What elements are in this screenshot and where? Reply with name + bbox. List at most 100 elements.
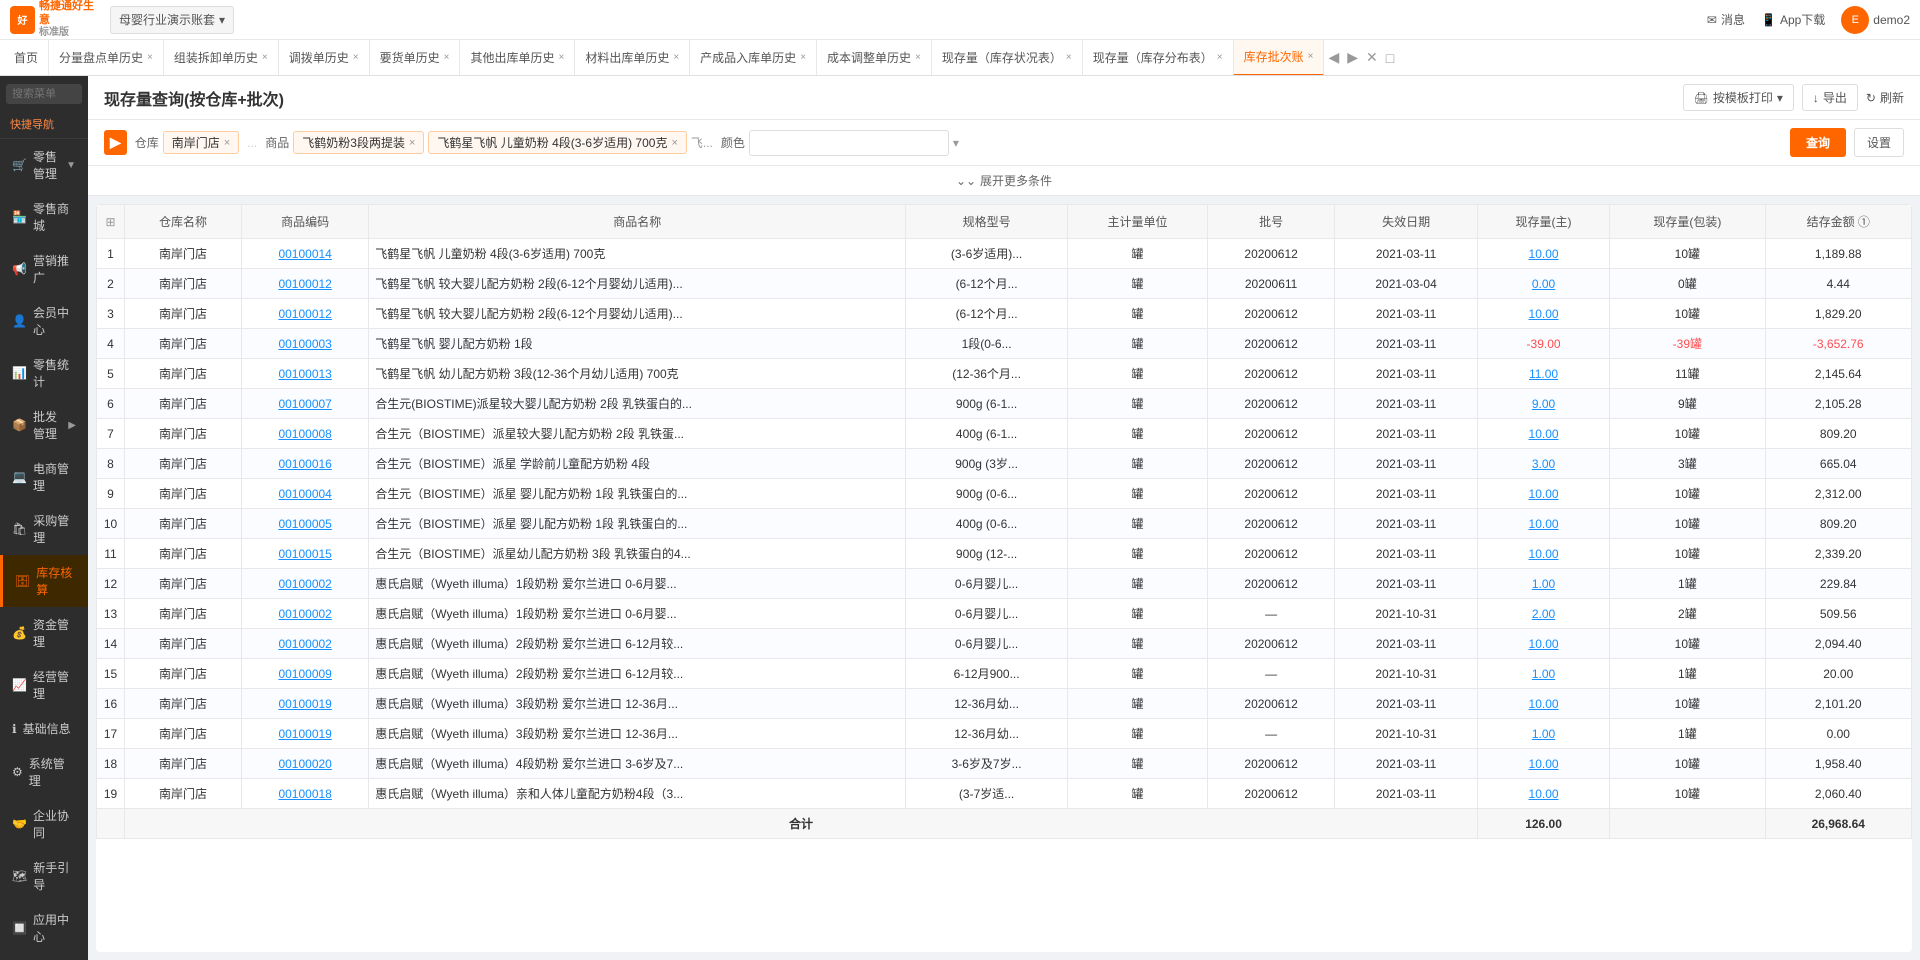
product-more[interactable]: 飞... <box>691 134 713 151</box>
cell-no: 19 <box>97 779 125 809</box>
close-icon[interactable]: × <box>353 52 359 63</box>
sidebar-item-label: 基础信息 <box>23 720 71 737</box>
message-btn[interactable]: ✉ 消息 <box>1707 11 1745 28</box>
sidebar-item-wholesale[interactable]: 📦 批发管理 ▶ <box>0 399 88 451</box>
item-left: ℹ 基础信息 <box>12 720 71 737</box>
tab-stock-dist[interactable]: 现存量（库存分布表） × <box>1083 40 1234 76</box>
close-icon[interactable]: × <box>444 52 450 63</box>
cell-stock-main: 10.00 <box>1477 539 1609 569</box>
cell-code: 00100005 <box>242 509 369 539</box>
settings-button[interactable]: 设置 <box>1854 128 1904 157</box>
color-input[interactable] <box>749 130 949 156</box>
tab-material-out[interactable]: 材料出库单历史 × <box>575 40 690 76</box>
col-settings-icon[interactable]: ⊞ <box>105 215 115 229</box>
export-button[interactable]: ↓ 导出 <box>1802 84 1858 111</box>
sidebar-item-label: 采购管理 <box>33 512 76 546</box>
expand-more-button[interactable]: ⌄⌄ 展开更多条件 <box>956 172 1052 189</box>
tab-batch-verify[interactable]: 库存批次账 × <box>1234 40 1325 76</box>
cell-spec: (6-12个月... <box>906 269 1068 299</box>
sidebar-item-stats[interactable]: 📊 零售统计 <box>0 347 88 399</box>
tab-disassemble[interactable]: 组装拆卸单历史 × <box>164 40 279 76</box>
tab-menu-btn[interactable]: □ <box>1382 40 1398 76</box>
sidebar-item-app-center[interactable]: 🔲 应用中心 <box>0 902 88 954</box>
cell-expire: 2021-03-11 <box>1335 449 1478 479</box>
print-button[interactable]: 🖨 按模板打印 ▾ <box>1683 84 1794 111</box>
tab-split-inventory[interactable]: 分量盘点单历史 × <box>49 40 164 76</box>
tab-cost-adjust[interactable]: 成本调整单历史 × <box>817 40 932 76</box>
close-icon[interactable]: × <box>262 52 268 63</box>
cell-stock-main: 10.00 <box>1477 299 1609 329</box>
cell-amount: 0.00 <box>1765 719 1911 749</box>
remove-product-icon[interactable]: × <box>671 137 677 149</box>
cell-spec: 12-36月幼... <box>906 719 1068 749</box>
cell-unit: 罐 <box>1067 659 1207 689</box>
cell-code: 00100016 <box>242 449 369 479</box>
sidebar-item-purchase[interactable]: 🛍 采购管理 <box>0 503 88 555</box>
table-row: 6 南岸门店 00100007 合生元(BIOSTIME)派星较大婴儿配方奶粉 … <box>97 389 1912 419</box>
sidebar-item-retail-shop[interactable]: 🏪 零售商城 <box>0 191 88 243</box>
close-icon[interactable]: × <box>1066 52 1072 63</box>
close-icon[interactable]: × <box>558 52 564 63</box>
product-tag-1[interactable]: 飞鹤奶粉3段两提装 × <box>293 131 424 154</box>
tab-stock-status[interactable]: 现存量（库存状况表） × <box>932 40 1083 76</box>
sidebar-item-ecom[interactable]: 💻 电商管理 <box>0 451 88 503</box>
item-left: 🗄 库存核算 <box>15 564 76 598</box>
sidebar-item-member[interactable]: 👤 会员中心 <box>0 295 88 347</box>
close-icon[interactable]: × <box>673 52 679 63</box>
close-icon[interactable]: × <box>1217 52 1223 63</box>
close-icon[interactable]: × <box>147 52 153 63</box>
tab-product-in[interactable]: 产成品入库单历史 × <box>690 40 817 76</box>
item-left: ⚙ 系统管理 <box>12 755 76 789</box>
sidebar-item-corp[interactable]: 🤝 企业协同 <box>0 798 88 850</box>
sidebar-item-operation[interactable]: 📈 经营管理 <box>0 659 88 711</box>
user-name: demo2 <box>1873 13 1910 27</box>
th-amount: 结存金额 ① <box>1765 205 1911 239</box>
item-left: 📢 营销推广 <box>12 252 76 286</box>
sidebar-item-marketing[interactable]: 📢 营销推广 <box>0 243 88 295</box>
cell-stock-main: -39.00 <box>1477 329 1609 359</box>
app-download-btn[interactable]: 📱 App下载 <box>1761 11 1825 28</box>
sidebar-item-guide[interactable]: 🗺 新手引导 <box>0 850 88 902</box>
user-profile[interactable]: E demo2 <box>1841 6 1910 34</box>
sidebar-item-retail[interactable]: 🛒 零售管理 ▼ <box>0 139 88 191</box>
close-icon[interactable]: × <box>800 52 806 63</box>
quick-nav-label[interactable]: 快捷导航 <box>0 112 88 138</box>
tab-prev-btn[interactable]: ◀ <box>1324 40 1343 76</box>
tab-next-btn[interactable]: ▶ <box>1343 40 1362 76</box>
search-input[interactable] <box>6 84 82 104</box>
cell-no: 13 <box>97 599 125 629</box>
filter-expand-button[interactable]: ▶ <box>104 130 127 155</box>
tab-mix[interactable]: 调拨单历史 × <box>279 40 370 76</box>
tab-purchase[interactable]: 要货单历史 × <box>370 40 461 76</box>
sidebar-item-finance[interactable]: 💰 资金管理 <box>0 607 88 659</box>
refresh-button[interactable]: ↻ 刷新 <box>1866 89 1904 106</box>
footer-row: 合计 126.00 26,968.64 <box>97 809 1912 839</box>
remove-warehouse-icon[interactable]: × <box>224 137 230 149</box>
sidebar-item-system[interactable]: ⚙ 系统管理 <box>0 746 88 798</box>
cell-spec: 12-36月幼... <box>906 689 1068 719</box>
store-selector[interactable]: 母婴行业演示账套 ▾ <box>110 6 234 34</box>
query-button[interactable]: 查询 <box>1790 128 1846 157</box>
cell-name: 惠氏启赋（Wyeth illuma）4段奶粉 爱尔兰进口 3-6岁及7... <box>369 749 906 779</box>
tab-other-out[interactable]: 其他出库单历史 × <box>460 40 575 76</box>
tab-bar: 首页 分量盘点单历史 × 组装拆卸单历史 × 调拨单历史 × 要货单历史 × 其… <box>0 40 1920 76</box>
sidebar-item-basic[interactable]: ℹ 基础信息 <box>0 711 88 746</box>
close-icon[interactable]: × <box>1308 51 1314 62</box>
cell-code: 00100019 <box>242 689 369 719</box>
tab-home[interactable]: 首页 <box>4 40 49 76</box>
cell-batch: 20200612 <box>1207 539 1334 569</box>
warehouse-tag[interactable]: 南岸门店 × <box>163 131 239 154</box>
cell-stock-main: 10.00 <box>1477 629 1609 659</box>
cell-amount: 2,312.00 <box>1765 479 1911 509</box>
tab-close-all-btn[interactable]: ✕ <box>1362 40 1382 76</box>
sidebar-item-corp-wechat[interactable]: 💬 企业微信 <box>0 954 88 960</box>
cell-stock-pkg: 0罐 <box>1610 269 1765 299</box>
close-icon[interactable]: × <box>915 52 921 63</box>
remove-product-icon[interactable]: × <box>409 137 415 149</box>
item-left: 👤 会员中心 <box>12 304 76 338</box>
sidebar-item-label: 零售管理 <box>33 148 60 182</box>
cell-warehouse: 南岸门店 <box>125 239 242 269</box>
sidebar-item-inventory[interactable]: 🗄 库存核算 <box>0 555 88 607</box>
cell-batch: 20200612 <box>1207 419 1334 449</box>
product-tag-2[interactable]: 飞鹤星飞帆 儿童奶粉 4段(3-6岁适用) 700克 × <box>428 131 686 154</box>
